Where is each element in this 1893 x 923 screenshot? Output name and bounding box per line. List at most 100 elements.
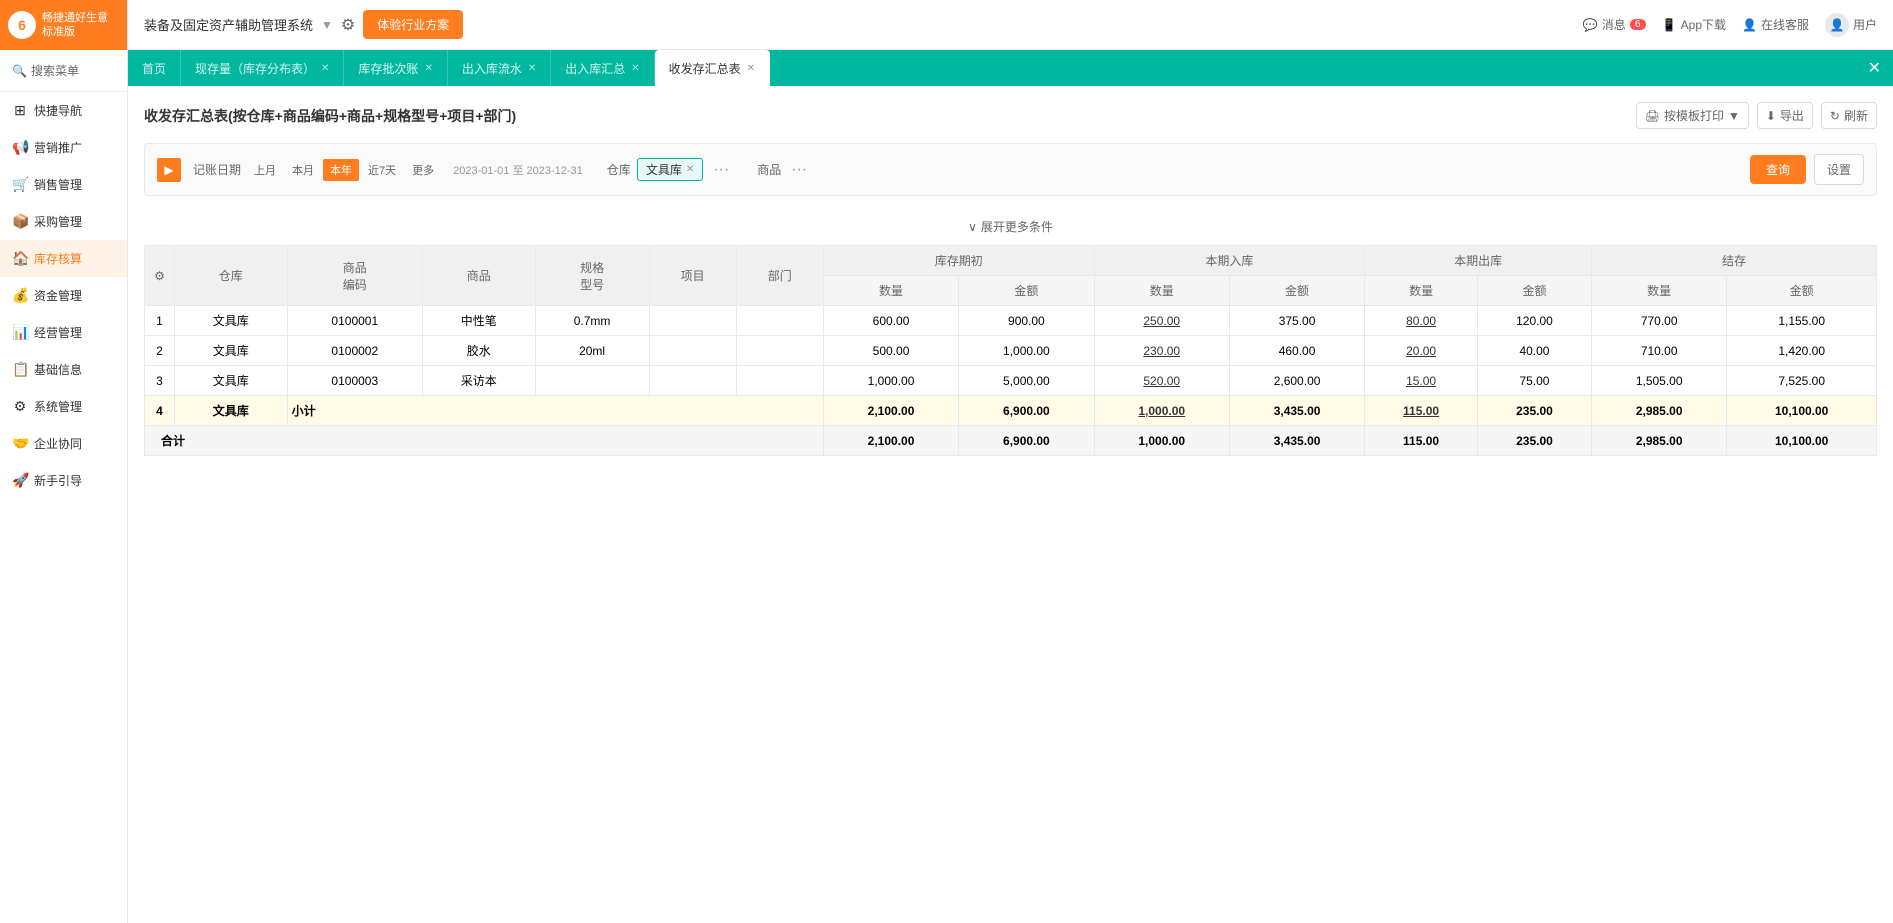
col-opening-amt: 金额 (959, 276, 1094, 306)
total-in-amt: 3,435.00 (1229, 426, 1364, 456)
subtotal-in-qty[interactable]: 1,000.00 (1094, 396, 1229, 426)
warehouse-filter-group: 仓库 文具库 ✕ ··· (607, 158, 733, 181)
tabs-bar: 首页 现存量（库存分布表） ✕ 库存批次账 ✕ 出入库流水 ✕ 出入库汇总 ✕ … (128, 50, 1893, 86)
tab-stock-dist[interactable]: 现存量（库存分布表） ✕ (181, 50, 344, 86)
sidebar-item-system[interactable]: ⚙ 系统管理 (0, 388, 127, 425)
business-icon: 📊 (12, 324, 28, 341)
close-all-tabs-button[interactable]: ✕ (1856, 58, 1893, 78)
cell-closing-amt: 1,155.00 (1727, 306, 1877, 336)
tab-close-recv-send-summary[interactable]: ✕ (747, 63, 755, 74)
try-button[interactable]: 体验行业方案 (363, 10, 463, 39)
filter-toggle-button[interactable]: ▶ (157, 158, 181, 182)
col-dept: 部门 (736, 246, 823, 306)
cell-in-amt: 375.00 (1229, 306, 1364, 336)
refresh-button[interactable]: ↻ 刷新 (1821, 102, 1877, 129)
subtotal-out-qty[interactable]: 115.00 (1365, 396, 1478, 426)
cell-out-qty[interactable]: 20.00 (1365, 336, 1478, 366)
cell-warehouse: 文具库 (175, 306, 288, 336)
cell-closing-amt: 7,525.00 (1727, 366, 1877, 396)
sidebar-item-marketing[interactable]: 📢 营销推广 (0, 129, 127, 166)
print-template-button[interactable]: 🖨 按模板打印 ▼ (1636, 102, 1749, 129)
tab-recv-send-summary[interactable]: 收发存汇总表 ✕ (655, 50, 770, 86)
tab-close-in-out-flow[interactable]: ✕ (528, 63, 536, 74)
date-btn-this-month[interactable]: 本月 (285, 159, 321, 181)
search-menu-button[interactable]: 🔍 搜索菜单 (8, 58, 119, 83)
cell-in-qty[interactable]: 230.00 (1094, 336, 1229, 366)
sidebar-item-business[interactable]: 📊 经营管理 (0, 314, 127, 351)
cell-project (649, 336, 736, 366)
filter-bar: ▶ 记账日期 上月 本月 本年 近7天 更多 2023-01-01 至 2023… (144, 143, 1877, 196)
sidebar-item-quick-nav[interactable]: ⊞ 快捷导航 (0, 92, 127, 129)
goods-filter-group: 商品 ··· (757, 161, 811, 179)
logo-icon: 6 (8, 11, 36, 39)
date-btn-7days[interactable]: 近7天 (361, 159, 403, 181)
tab-in-out-flow[interactable]: 出入库流水 ✕ (448, 50, 551, 86)
guide-icon: 🚀 (12, 472, 28, 489)
sidebar-search[interactable]: 🔍 搜索菜单 (0, 50, 127, 92)
cell-opening-amt: 1,000.00 (959, 336, 1094, 366)
subtotal-in-amt: 3,435.00 (1229, 396, 1364, 426)
sidebar-item-guide[interactable]: 🚀 新手引导 (0, 462, 127, 499)
sidebar-item-sales[interactable]: 🛒 销售管理 (0, 166, 127, 203)
tab-in-out-summary[interactable]: 出入库汇总 ✕ (551, 50, 654, 86)
total-out-amt: 235.00 (1477, 426, 1591, 456)
date-btn-last-month[interactable]: 上月 (247, 159, 283, 181)
page-title: 收发存汇总表(按仓库+商品编码+商品+规格型号+项目+部门) (144, 106, 516, 126)
date-btn-this-year[interactable]: 本年 (323, 159, 359, 181)
settings-icon[interactable]: ⚙ (341, 15, 355, 35)
sidebar-item-inventory[interactable]: 🏠 库存核算 (0, 240, 127, 277)
subtotal-warehouse: 文具库 (175, 396, 288, 426)
warehouse-remove-button[interactable]: ✕ (686, 164, 694, 175)
col-closing-amt: 金额 (1727, 276, 1877, 306)
cell-in-qty[interactable]: 520.00 (1094, 366, 1229, 396)
goods-more-button[interactable]: ··· (787, 161, 811, 179)
tab-close-stock-dist[interactable]: ✕ (321, 63, 329, 74)
col-code: 商品编码 (287, 246, 422, 306)
date-btn-more[interactable]: 更多 (405, 159, 441, 181)
page-title-row: 收发存汇总表(按仓库+商品编码+商品+规格型号+项目+部门) 🖨 按模板打印 ▼… (144, 102, 1877, 129)
col-spec: 规格型号 (535, 246, 649, 306)
sidebar-item-enterprise[interactable]: 🤝 企业协同 (0, 425, 127, 462)
sidebar-item-purchase[interactable]: 📦 采购管理 (0, 203, 127, 240)
col-settings[interactable]: ⚙ (145, 246, 175, 306)
sidebar-item-finance[interactable]: 💰 资金管理 (0, 277, 127, 314)
settings-button[interactable]: 设置 (1814, 154, 1864, 185)
sidebar-item-basic[interactable]: 📋 基础信息 (0, 351, 127, 388)
cell-out-qty[interactable]: 15.00 (1365, 366, 1478, 396)
app-download-button[interactable]: 📱 App下载 (1662, 16, 1726, 33)
tab-close-batch-account[interactable]: ✕ (424, 63, 432, 74)
refresh-icon: ↻ (1830, 109, 1840, 123)
total-opening-qty: 2,100.00 (823, 426, 958, 456)
enterprise-icon: 🤝 (12, 435, 28, 452)
expand-more-button[interactable]: ∨ 展开更多条件 (956, 214, 1065, 239)
top-header: 装备及固定资产辅助管理系统 ▼ ⚙ 体验行业方案 💬 消息 6 📱 App下载 … (128, 0, 1893, 50)
cell-name: 中性笔 (422, 306, 535, 336)
warehouse-more-button[interactable]: ··· (709, 161, 733, 179)
cell-in-qty[interactable]: 250.00 (1094, 306, 1229, 336)
tab-home[interactable]: 首页 (128, 50, 181, 86)
tab-batch-account[interactable]: 库存批次账 ✕ (344, 50, 447, 86)
total-out-qty: 115.00 (1365, 426, 1478, 456)
col-project: 项目 (649, 246, 736, 306)
export-button[interactable]: ⬇ 导出 (1757, 102, 1813, 129)
subtotal-seq: 4 (145, 396, 175, 426)
query-button[interactable]: 查询 (1750, 155, 1806, 184)
tab-close-in-out-summary[interactable]: ✕ (631, 63, 639, 74)
purchase-icon: 📦 (12, 213, 28, 230)
subtotal-opening-amt: 6,900.00 (959, 396, 1094, 426)
table-row: 3 文具库 0100003 采访本 1,000.00 5,000.00 520.… (145, 366, 1877, 396)
subtotal-out-amt: 235.00 (1477, 396, 1591, 426)
online-service-button[interactable]: 👤 在线客服 (1742, 16, 1809, 33)
cell-out-qty[interactable]: 80.00 (1365, 306, 1478, 336)
total-label: 合计 (145, 426, 824, 456)
cell-spec (535, 366, 649, 396)
cell-code: 0100003 (287, 366, 422, 396)
phone-icon: 📱 (1662, 18, 1677, 32)
date-filter-group: 记账日期 上月 本月 本年 近7天 更多 (193, 159, 441, 181)
message-button[interactable]: 💬 消息 6 (1583, 16, 1646, 33)
header-right: 💬 消息 6 📱 App下载 👤 在线客服 👤 用户 (1583, 13, 1877, 37)
col-name: 商品 (422, 246, 535, 306)
sidebar-logo: 6 畅捷通好生意 标准版 (0, 0, 127, 50)
cell-opening-qty: 1,000.00 (823, 366, 958, 396)
user-button[interactable]: 👤 用户 (1825, 13, 1877, 37)
